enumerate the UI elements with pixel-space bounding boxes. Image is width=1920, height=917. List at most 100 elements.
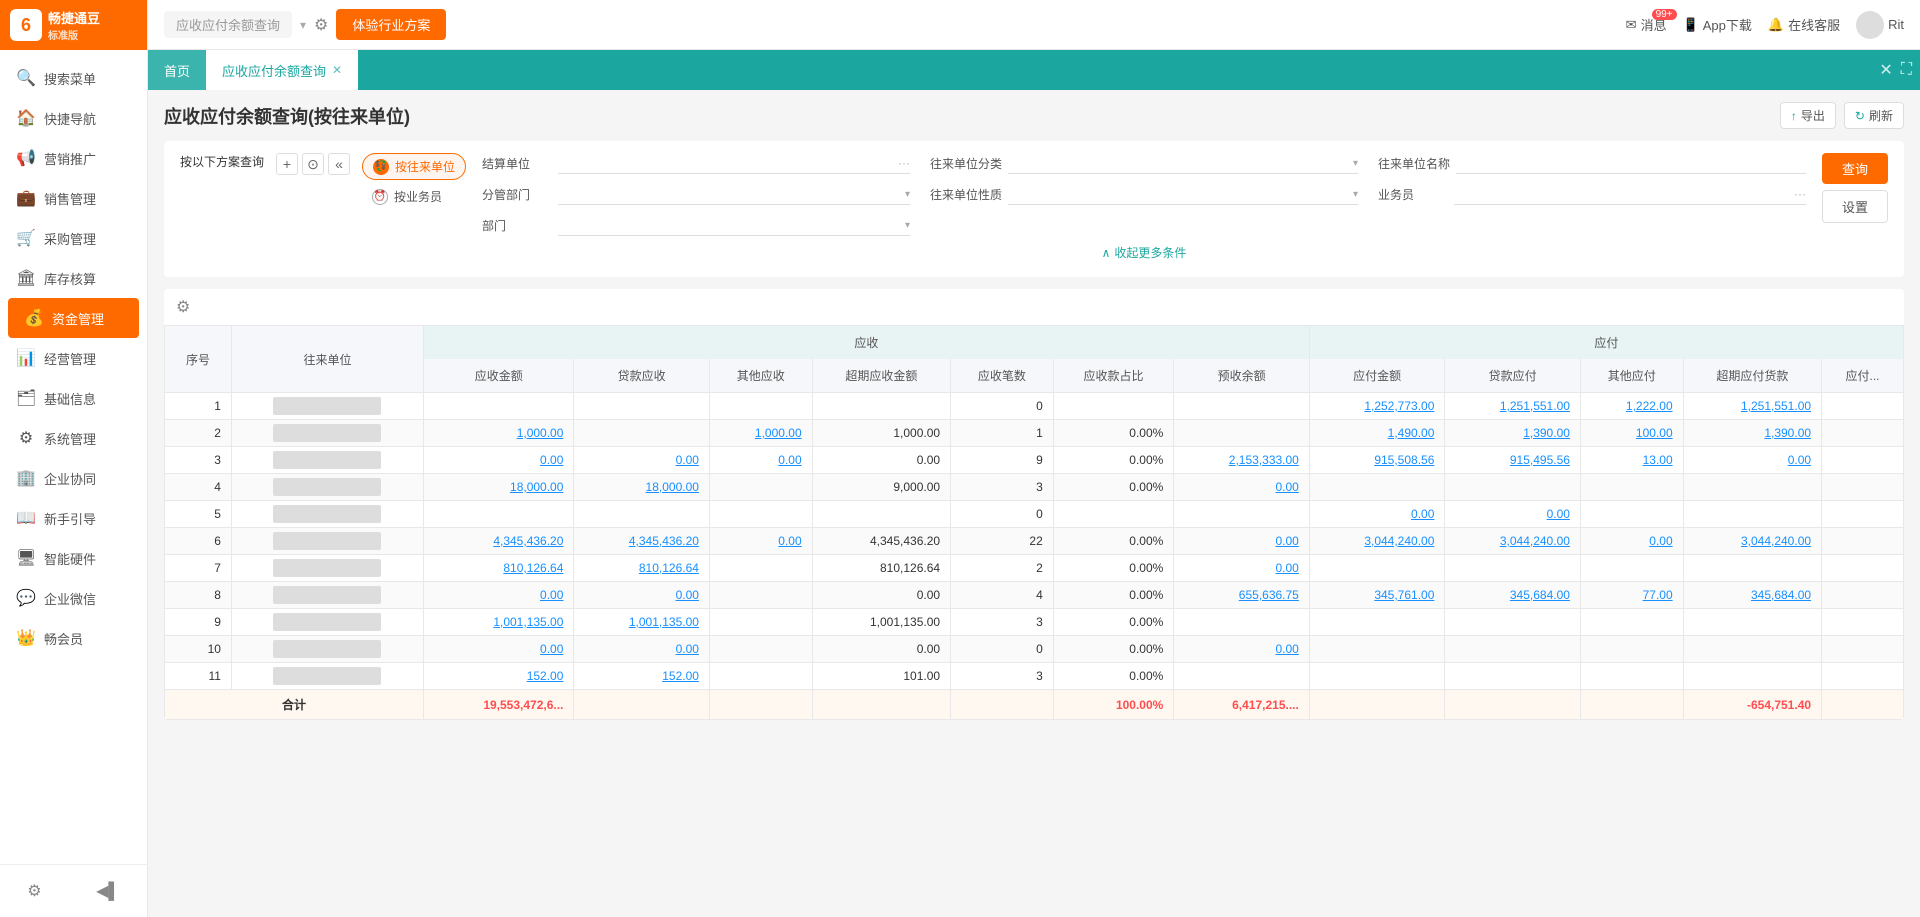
tab-arquery[interactable]: 应收应付余额查询 ✕ [206,50,358,90]
footer-ap-overdue: -654,751.40 [1683,690,1821,720]
topbar-left: 应收应付余额查询 ▾ ⚙ 体验行业方案 [164,9,1614,40]
ff-label-partner-cat: 往来单位分类 [930,155,1002,172]
partner-cat-arrow-icon[interactable]: ▾ [1353,158,1358,169]
refresh-icon: ↻ [1855,109,1865,123]
th-partner: 往来单位 [231,326,423,393]
data-table-wrapper: ⚙ 序号 往来单位 应收 应付 应收金额 贷款应收 其他应收 超期应收金额 [164,289,1904,720]
online-service-btn[interactable]: 🔔 在线客服 [1768,15,1840,34]
main-content: 应收应付余额查询(按往来单位) ↑ 导出 ↻ 刷新 按以下方案查询 + [148,90,1920,917]
chevron-up-icon: ∧ [1102,246,1111,260]
sidebar-label-operation: 经营管理 [44,349,96,368]
sidebar-item-member[interactable]: 👑 畅会员 [0,618,147,658]
sidebar-item-basic[interactable]: 🗂 基础信息 [0,378,147,418]
sidebar-item-inventory[interactable]: 🏛 库存核算 [0,258,147,298]
sidebar-label-system: 系统管理 [44,429,96,448]
footer-ar-overdue [812,690,950,720]
partner-cell: ████████ [231,420,423,447]
salesman-dots-icon[interactable]: ··· [1794,187,1806,201]
partner-category-input[interactable] [1008,153,1353,173]
th-ar-count: 应收笔数 [951,359,1054,393]
sidebar-item-sales[interactable]: 💼 销售管理 [0,178,147,218]
export-button[interactable]: ↑ 导出 [1780,102,1836,129]
sidebar-item-wechat[interactable]: 💬 企业微信 [0,578,147,618]
staff-option-label: 按业务员 [394,188,442,205]
table-row: 7████████810,126.64810,126.64810,126.642… [165,555,1904,582]
dept-manager-input[interactable] [558,184,905,204]
sidebar-settings-btn[interactable]: ⚙ [19,873,49,909]
message-badge: 99+ [1652,9,1677,20]
sidebar-item-system[interactable]: ⚙ 系统管理 [0,418,147,458]
filter-option-staff[interactable]: ⏰ 按业务员 [362,184,466,209]
footer-ap-more [1822,690,1904,720]
partner-name-input[interactable] [1456,153,1806,174]
logo-text: 畅捷通豆 标准版 [48,8,100,42]
sidebar-item-operation[interactable]: 📊 经营管理 [0,338,147,378]
sidebar-collapse-btn[interactable]: ◀▌ [88,873,128,909]
th-ar-overdue: 超期应收金额 [812,359,950,393]
tabbar-close-icon[interactable]: ✕ [1879,60,1892,80]
settlement-dots-icon[interactable]: ··· [898,156,910,170]
partner-cell: ████████ [231,663,423,690]
export-label: 导出 [1801,107,1825,124]
ff-label-partner-nat: 往来单位性质 [930,186,1002,203]
query-button[interactable]: 查询 [1822,153,1888,184]
data-table: 序号 往来单位 应收 应付 应收金额 贷款应收 其他应收 超期应收金额 应收笔数… [164,325,1904,720]
collapse-button[interactable]: ∧ 收起更多条件 [482,240,1806,265]
topbar-right: ✉ 消息 99+ 📱 App下载 🔔 在线客服 Rit [1626,11,1904,39]
sidebar-item-search[interactable]: 🔍 搜索菜单 [0,58,147,98]
table-row: 8████████0.000.000.0040.00%655,636.75345… [165,582,1904,609]
filter-option-partner[interactable]: 💱 按往来单位 [362,153,466,180]
filter-scheme-label: 按以下方案查询 [180,153,264,170]
edit-scheme-btn[interactable]: ⊙ [302,153,324,175]
table-settings-icon[interactable]: ⚙ [176,297,190,317]
settings-button[interactable]: 设置 [1822,190,1888,223]
th-ap-loan: 贷款应付 [1445,359,1581,393]
partner-option-icon: 💱 [373,159,389,175]
th-ar-amount: 应收金额 [423,359,573,393]
dept-arrow-icon[interactable]: ▾ [905,220,910,231]
partner-cell: ████████ [231,528,423,555]
ff-wrap-dept-mgr: ▾ [558,184,910,205]
wechat-icon: 💬 [16,588,36,608]
inventory-icon: 🏛 [16,268,36,288]
sidebar-item-purchase[interactable]: 🛒 采购管理 [0,218,147,258]
logo-main-text: 畅捷通豆 [48,8,100,27]
user-area[interactable]: Rit [1856,11,1904,39]
tab-home[interactable]: 首页 [148,50,206,90]
partner-nat-arrow-icon[interactable]: ▾ [1353,189,1358,200]
sidebar-label-wechat: 企业微信 [44,589,96,608]
settlement-unit-input[interactable] [558,153,898,173]
sidebar-item-quicknav[interactable]: 🏠 快捷导航 [0,98,147,138]
sidebar-item-collab[interactable]: 🏢 企业协同 [0,458,147,498]
user-avatar [1856,11,1884,39]
sidebar: 6 畅捷通豆 标准版 🔍 搜索菜单 🏠 快捷导航 📢 营销推广 💼 销售管理 🛒… [0,0,148,917]
tabbar-expand-icon[interactable]: ⛶ [1901,61,1912,79]
sidebar-label-finance: 资金管理 [52,309,104,328]
add-scheme-btn[interactable]: + [276,153,298,175]
partner-nature-input[interactable] [1008,184,1353,204]
filter-partner-name: 往来单位名称 [1378,153,1806,174]
sidebar-item-guide[interactable]: 📖 新手引导 [0,498,147,538]
operation-icon: 📊 [16,348,36,368]
topbar-gear-icon[interactable]: ⚙ [314,15,328,35]
sidebar-item-finance[interactable]: 💰 资金管理 [8,298,139,338]
salesman-input[interactable] [1454,184,1794,204]
staff-option-icon: ⏰ [372,189,388,205]
dept-input[interactable] [558,215,905,235]
message-btn[interactable]: ✉ 消息 99+ [1626,15,1667,34]
refresh-button[interactable]: ↻ 刷新 [1844,102,1904,129]
toggle-scheme-btn[interactable]: « [328,153,350,175]
partner-cell: ████████ [231,393,423,420]
solution-button[interactable]: 体验行业方案 [336,9,446,40]
sidebar-item-hardware[interactable]: 🖥 智能硬件 [0,538,147,578]
tab-close-icon[interactable]: ✕ [332,63,342,77]
table-row: 1████████01,252,773.001,251,551.001,222.… [165,393,1904,420]
table-row: 5████████00.000.00 [165,501,1904,528]
topbar-dropdown-arrow[interactable]: ▾ [300,18,306,32]
table-row: 2████████1,000.001,000.001,000.0010.00%1… [165,420,1904,447]
table-row: 3████████0.000.000.000.0090.00%2,153,333… [165,447,1904,474]
footer-ap-loan [1445,690,1581,720]
sidebar-item-marketing[interactable]: 📢 营销推广 [0,138,147,178]
dept-mgr-arrow-icon[interactable]: ▾ [905,189,910,200]
app-download-btn[interactable]: 📱 App下载 [1683,15,1752,34]
